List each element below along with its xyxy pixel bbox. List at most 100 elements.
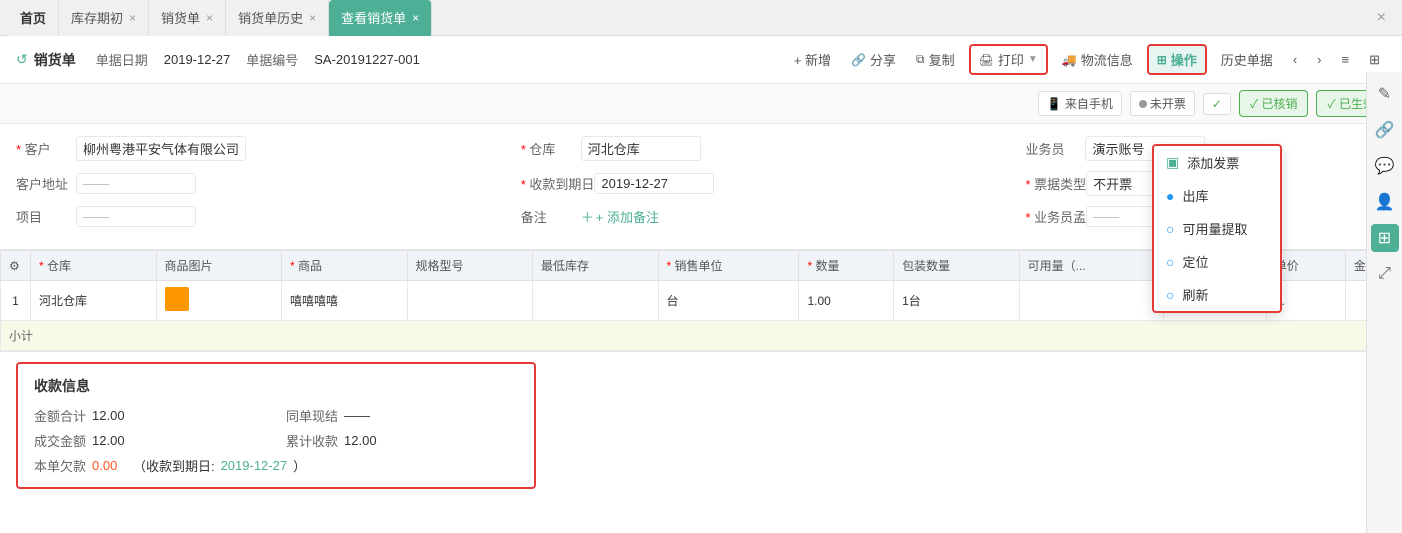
address-label: 客户地址 xyxy=(16,174,76,193)
customer-label: 客户 xyxy=(16,139,76,158)
next-btn[interactable]: › xyxy=(1311,49,1327,70)
subtotal-row: 小计 xyxy=(1,321,1402,351)
available-qty-icon: ○ xyxy=(1166,221,1174,237)
share-btn[interactable]: 🔗 分享 xyxy=(845,47,902,72)
sidebar-chat-icon[interactable]: 💬 xyxy=(1371,152,1399,180)
row-unit: 台 xyxy=(658,281,799,321)
row-product-img xyxy=(156,281,282,321)
doc-toolbar2: 📱 来自手机 未开票 ✓ ✓ 已核销 ✓ 已生效 xyxy=(0,84,1402,124)
payment-title: 收款信息 xyxy=(34,376,518,396)
close-tab-view-sales[interactable]: × xyxy=(412,11,419,25)
add-note-btn[interactable]: ＋ + 添加备注 xyxy=(581,207,659,226)
status-dot-grey xyxy=(1139,100,1147,108)
doc-meta: 单据日期 2019-12-27 单据编号 SA-20191227-001 xyxy=(96,50,420,69)
row-pkg-qty: 1台 xyxy=(894,281,1020,321)
grid-view-btn[interactable]: ⊞ xyxy=(1363,49,1386,71)
toolbar-right: + 新增 🔗 分享 ⧉ 复制 🖨 打印 ▼ xyxy=(788,44,1386,75)
add-invoice-label: 添加发票 xyxy=(1187,153,1239,172)
add-invoice-icon: ▣ xyxy=(1166,154,1179,171)
doc-icon: ↺ xyxy=(16,51,28,68)
payment-grid: 金额合计 12.00 同单现结 —— 成交金额 12.00 累计收款 12.00… xyxy=(34,406,518,475)
row-qty: 1.00 xyxy=(799,281,894,321)
row-product[interactable]: 嘻嘻嘻嘻 xyxy=(282,281,408,321)
row-spec xyxy=(407,281,533,321)
available-qty-item[interactable]: ○ 可用量提取 xyxy=(1154,212,1280,245)
available-qty-label: 可用量提取 xyxy=(1182,219,1247,238)
locate-label: 定位 xyxy=(1182,252,1208,271)
bill-type-label: 票据类型 xyxy=(1025,174,1086,193)
col-warehouse: 仓库 xyxy=(31,251,157,281)
operation-btn[interactable]: ⊞ 操作 xyxy=(1151,47,1203,72)
col-settings[interactable]: ⚙ xyxy=(1,251,31,281)
same-order-item: 同单现结 —— xyxy=(286,406,518,425)
project-value[interactable]: —— xyxy=(76,206,196,227)
warehouse-label: 仓库 xyxy=(521,139,581,158)
row-warehouse: 河北仓库 xyxy=(31,281,157,321)
col-pkg-qty: 包装数量 xyxy=(894,251,1020,281)
due-date-value[interactable]: 2019-12-27 xyxy=(594,173,714,194)
tab-home[interactable]: 首页 xyxy=(8,0,59,36)
staff-label: 业务员 xyxy=(1025,139,1085,158)
col-available: 可用量（... xyxy=(1019,251,1164,281)
col-spec: 规格型号 xyxy=(407,251,533,281)
new-btn[interactable]: + 新增 xyxy=(788,47,837,72)
address-value[interactable]: —— xyxy=(76,173,196,194)
payment-box: 收款信息 金额合计 12.00 同单现结 —— 成交金额 12.00 累计收款 … xyxy=(16,362,536,489)
tab-bar: 首页 库存期初 × 销货单 × 销货单历史 × 查看销货单 × × xyxy=(0,0,1402,36)
history-btn[interactable]: 历史单据 xyxy=(1215,47,1279,72)
sidebar-edit-icon[interactable]: ✎ xyxy=(1371,80,1399,108)
from-phone-btn[interactable]: 📱 来自手机 xyxy=(1038,91,1122,116)
warehouse-value[interactable]: 河北仓库 xyxy=(581,136,701,161)
row-available xyxy=(1019,281,1164,321)
col-product-img: 商品图片 xyxy=(156,251,282,281)
due-date-label: 收款到期日 xyxy=(521,174,595,193)
deal-amount-item: 成交金额 12.00 xyxy=(34,431,266,450)
subtotal-label: 小计 xyxy=(1,321,1402,351)
arrears-item: 本单欠款 0.00 （收款到期日: 2019-12-27 ） xyxy=(34,456,518,475)
locate-icon: ○ xyxy=(1166,254,1174,270)
product-img-icon xyxy=(165,287,189,311)
phone-icon: 📱 xyxy=(1047,97,1062,111)
sidebar-expand-icon[interactable]: ⤢ xyxy=(1371,260,1399,288)
tab-view-sales[interactable]: 查看销货单 × xyxy=(329,0,432,36)
main-area: ↺ 销货单 单据日期 2019-12-27 单据编号 SA-20191227-0… xyxy=(0,36,1402,533)
tab-sales-order[interactable]: 销货单 × xyxy=(149,0,226,36)
close-tab-sales[interactable]: × xyxy=(206,11,213,25)
outbound-item[interactable]: ● 出库 xyxy=(1154,179,1280,212)
refresh-label: 刷新 xyxy=(1182,285,1208,304)
add-invoice-item[interactable]: ▣ 添加发票 xyxy=(1154,146,1280,179)
close-tab-inventory[interactable]: × xyxy=(129,11,136,25)
not-open-btn[interactable]: 未开票 xyxy=(1130,91,1195,116)
tab-sales-history[interactable]: 销货单历史 × xyxy=(226,0,329,36)
staff2-label: 业务员孟 xyxy=(1025,207,1086,226)
print-btn[interactable]: 🖨 打印 ▼ xyxy=(973,47,1044,72)
sidebar-user-icon[interactable]: 👤 xyxy=(1371,188,1399,216)
col-unit: 销售单位 xyxy=(658,251,799,281)
doc-title: 销货单 xyxy=(34,50,76,70)
tab-inventory-init[interactable]: 库存期初 × xyxy=(59,0,149,36)
outbound-label: 出库 xyxy=(1182,186,1208,205)
logistics-btn[interactable]: 🚚 物流信息 xyxy=(1056,47,1139,72)
refresh-icon: ○ xyxy=(1166,287,1174,303)
note-label: 备注 xyxy=(521,207,581,226)
confirm-btn[interactable]: ✓ xyxy=(1203,93,1231,115)
close-tab-history[interactable]: × xyxy=(309,11,316,25)
operation-dropdown: ▣ 添加发票 ● 出库 ○ 可用量提取 ○ 定位 ○ 刷新 xyxy=(1152,144,1282,313)
refresh-item[interactable]: ○ 刷新 xyxy=(1154,278,1280,311)
cancelled-btn[interactable]: ✓ 已核销 xyxy=(1239,90,1309,117)
total-amount-item: 金额合计 12.00 xyxy=(34,406,266,425)
plus-icon: ＋ xyxy=(581,207,594,226)
prev-btn[interactable]: ‹ xyxy=(1287,49,1303,70)
locate-item[interactable]: ○ 定位 xyxy=(1154,245,1280,278)
sidebar-table-icon[interactable]: ⊞ xyxy=(1371,224,1399,252)
doc-header: ↺ 销货单 单据日期 2019-12-27 单据编号 SA-20191227-0… xyxy=(0,36,1402,84)
copy-btn[interactable]: ⧉ 复制 xyxy=(910,47,961,72)
list-view-btn[interactable]: ≡ xyxy=(1336,49,1356,70)
customer-value[interactable]: 柳州粤港平安气体有限公司 xyxy=(76,136,246,161)
row-min-stock xyxy=(533,281,659,321)
project-label: 项目 xyxy=(16,207,76,226)
window-close-btn[interactable]: × xyxy=(1369,9,1394,27)
sidebar-link-icon[interactable]: 🔗 xyxy=(1371,116,1399,144)
outbound-icon: ● xyxy=(1166,188,1174,204)
row-no: 1 xyxy=(1,281,31,321)
